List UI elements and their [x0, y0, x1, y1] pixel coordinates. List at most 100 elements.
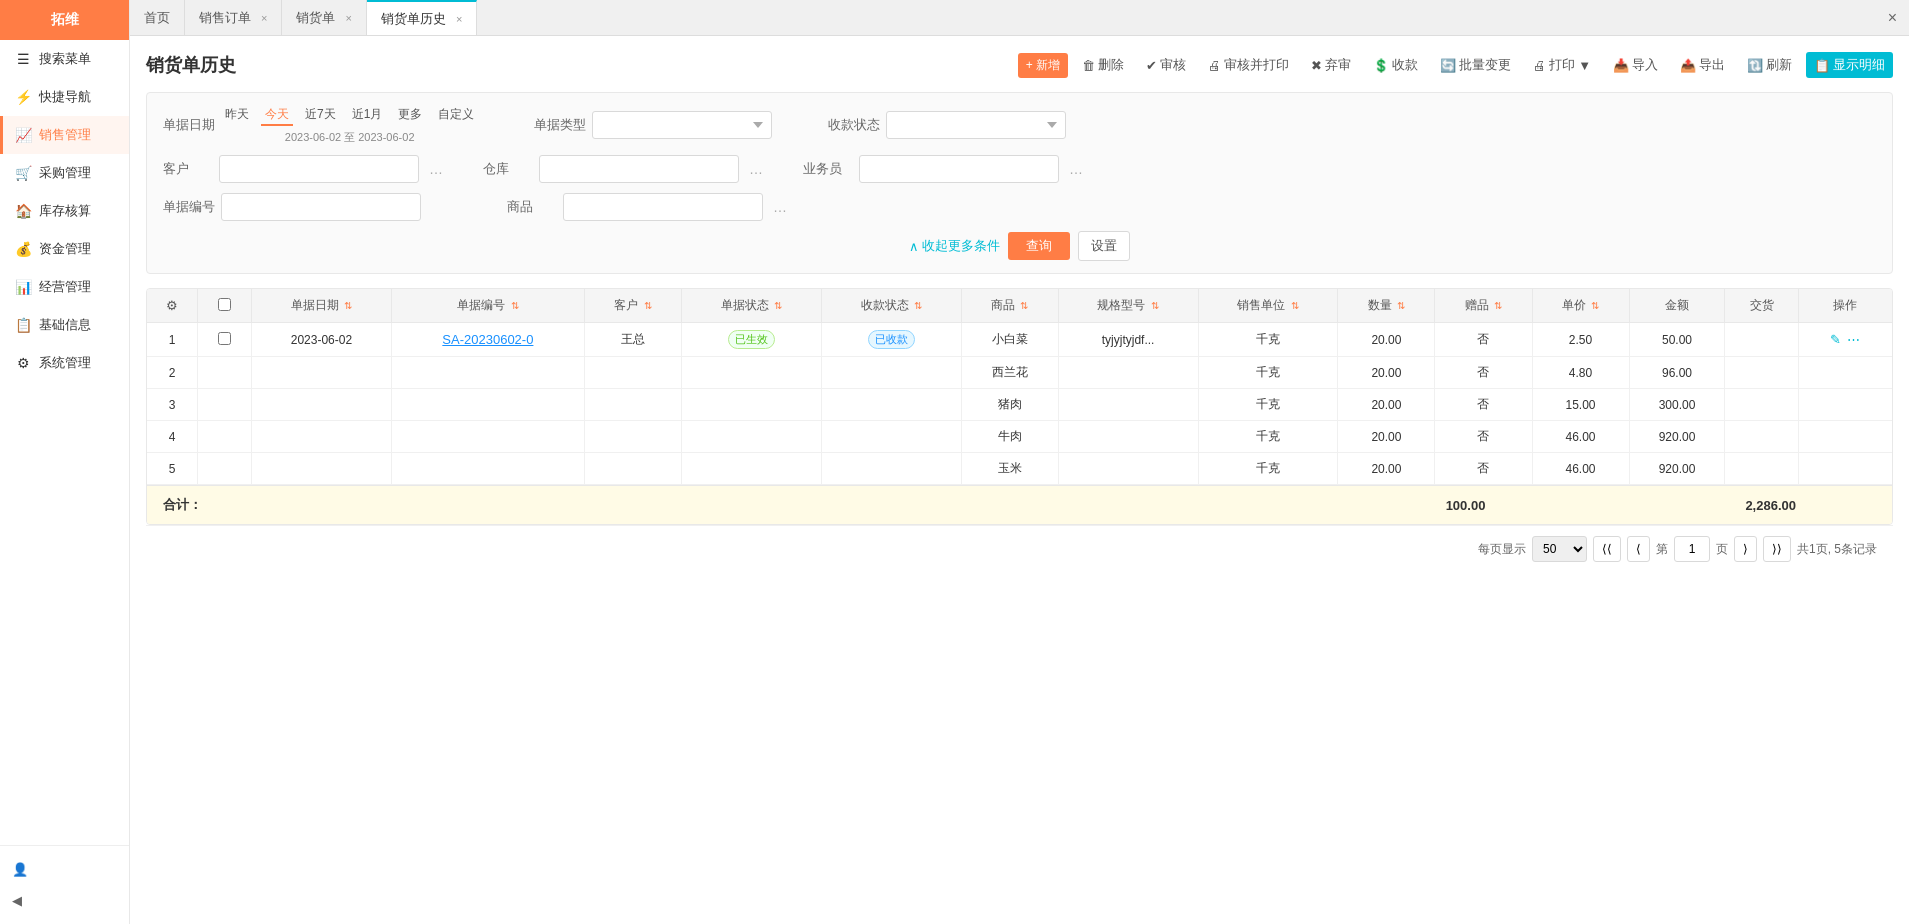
purchase-mgmt-icon: 🛒 [15, 165, 31, 181]
tab-sales-delivery[interactable]: 销货单 × [282, 0, 366, 35]
col-spec[interactable]: 规格型号 ⇅ [1058, 289, 1198, 323]
collect-button[interactable]: 💲 收款 [1365, 52, 1426, 78]
page-current-input[interactable] [1674, 536, 1710, 562]
sidebar-collapse[interactable]: ◀ [0, 885, 129, 916]
cell-spec [1058, 357, 1198, 389]
col-qty[interactable]: 数量 ⇅ [1338, 289, 1435, 323]
page-prev-btn[interactable]: ⟨ [1627, 536, 1650, 562]
show-detail-button[interactable]: 📋 显示明细 [1806, 52, 1893, 78]
tab-sales-delivery-history-close[interactable]: × [456, 13, 462, 25]
col-unit[interactable]: 销售单位 ⇅ [1198, 289, 1338, 323]
col-checkbox [198, 289, 252, 323]
col-payment-status[interactable]: 收款状态 ⇅ [821, 289, 961, 323]
settings-button[interactable]: 设置 [1078, 231, 1130, 261]
sidebar-item-search-menu[interactable]: ☰ 搜索菜单 [0, 40, 129, 78]
collapse-filter-btn[interactable]: ∧ 收起更多条件 [909, 233, 1000, 259]
refresh-button[interactable]: 🔃 刷新 [1739, 52, 1800, 78]
sidebar-item-purchase-mgmt[interactable]: 🛒 采购管理 [0, 154, 129, 192]
col-unit-price[interactable]: 单价 ⇅ [1532, 289, 1629, 323]
sidebar-user-settings[interactable]: 👤 [0, 854, 129, 885]
filter-doc-type-select[interactable] [592, 111, 772, 139]
cell-unit-price: 46.00 [1532, 421, 1629, 453]
sort-gift-icon: ⇅ [1494, 300, 1502, 311]
tab-sales-delivery-close[interactable]: × [345, 12, 351, 24]
show-detail-icon: 📋 [1814, 58, 1830, 73]
cell-no: 5 [147, 453, 198, 485]
tab-bar: 首页 销售订单 × 销货单 × 销货单历史 × × [130, 0, 1909, 36]
filter-payment-status-label: 收款状态 [828, 116, 880, 134]
sidebar-item-system-mgmt[interactable]: ⚙ 系统管理 [0, 344, 129, 382]
cell-payment-status [821, 421, 961, 453]
sidebar-item-quick-nav[interactable]: ⚡ 快捷导航 [0, 78, 129, 116]
col-gift[interactable]: 赠品 ⇅ [1435, 289, 1532, 323]
filter-warehouse: 仓库 … [483, 155, 767, 183]
delete-op-icon[interactable]: ⋯ [1847, 332, 1860, 347]
cell-doc-no-link[interactable]: SA-20230602-0 [442, 332, 533, 347]
filter-goods-input[interactable] [563, 193, 763, 221]
date-tab-more[interactable]: 更多 [394, 105, 426, 126]
sidebar-item-inventory-calc[interactable]: 🏠 库存核算 [0, 192, 129, 230]
date-tab-1month[interactable]: 近1月 [348, 105, 387, 126]
filter-warehouse-ellipsis[interactable]: … [745, 161, 767, 177]
sidebar-item-finance-mgmt[interactable]: 💰 资金管理 [0, 230, 129, 268]
audit-print-button[interactable]: 🖨 审核并打印 [1200, 52, 1297, 78]
search-menu-icon: ☰ [15, 51, 31, 67]
cell-spec: tyjyjtyjdf... [1058, 323, 1198, 357]
audit-button[interactable]: ✔ 审核 [1138, 52, 1194, 78]
date-tab-yesterday[interactable]: 昨天 [221, 105, 253, 126]
filter-customer-input[interactable] [219, 155, 419, 183]
tab-sales-delivery-label: 销货单 [296, 9, 335, 27]
add-button[interactable]: + 新增 [1018, 53, 1068, 78]
sidebar-item-operations-mgmt[interactable]: 📊 经营管理 [0, 268, 129, 306]
filter-goods-label: 商品 [507, 198, 557, 216]
cell-unit: 千克 [1198, 389, 1338, 421]
filter-salesperson-input[interactable] [859, 155, 1059, 183]
table-row: 12023-06-02SA-20230602-0王总已生效已收款小白菜tyjyj… [147, 323, 1892, 357]
filter-salesperson-ellipsis[interactable]: … [1065, 161, 1087, 177]
date-tab-custom[interactable]: 自定义 [434, 105, 478, 126]
col-goods[interactable]: 商品 ⇅ [961, 289, 1058, 323]
col-doc-no[interactable]: 单据编号 ⇅ [391, 289, 584, 323]
sidebar-item-sales-mgmt[interactable]: 📈 销售管理 [0, 116, 129, 154]
tab-bar-close-all[interactable]: × [1876, 9, 1909, 27]
content-area: 销货单历史 + 新增 🗑 删除 ✔ 审核 🖨 审核并打印 ✖ 弃审 [130, 36, 1909, 924]
tab-sales-delivery-history[interactable]: 销货单历史 × [367, 0, 477, 35]
date-tab-today[interactable]: 今天 [261, 105, 293, 126]
row-checkbox[interactable] [218, 332, 231, 345]
data-table-wrapper: ⚙ 单据日期 ⇅ 单据编号 ⇅ 客户 ⇅ 单据状态 ⇅ 收款状态 ⇅ 商品 ⇅ … [146, 288, 1893, 525]
filter-doc-no: 单据编号 [163, 193, 421, 221]
col-customer[interactable]: 客户 ⇅ [584, 289, 681, 323]
tab-sales-order-close[interactable]: × [261, 12, 267, 24]
col-doc-status[interactable]: 单据状态 ⇅ [681, 289, 821, 323]
import-icon: 📥 [1613, 58, 1629, 73]
export-button[interactable]: 📤 导出 [1672, 52, 1733, 78]
batch-change-button[interactable]: 🔄 批量变更 [1432, 52, 1519, 78]
collapse-up-icon: ∧ [909, 239, 919, 254]
filter-warehouse-input[interactable] [539, 155, 739, 183]
tab-home[interactable]: 首页 [130, 0, 185, 35]
cell-doc-no [391, 389, 584, 421]
page-first-btn[interactable]: ⟨⟨ [1593, 536, 1621, 562]
tab-sales-order[interactable]: 销售订单 × [185, 0, 282, 35]
delete-button[interactable]: 🗑 删除 [1074, 52, 1132, 78]
edit-op-icon[interactable]: ✎ [1830, 332, 1841, 347]
sidebar-item-basic-info[interactable]: 📋 基础信息 [0, 306, 129, 344]
page-next-btn[interactable]: ⟩ [1734, 536, 1757, 562]
filter-doc-no-input[interactable] [221, 193, 421, 221]
filter-customer-ellipsis[interactable]: … [425, 161, 447, 177]
select-all-checkbox[interactable] [218, 298, 231, 311]
sidebar-item-label: 采购管理 [39, 164, 91, 182]
query-button[interactable]: 查询 [1008, 232, 1070, 260]
print-button[interactable]: 🖨 打印 ▼ [1525, 52, 1599, 78]
import-button[interactable]: 📥 导入 [1605, 52, 1666, 78]
table-settings-icon[interactable]: ⚙ [166, 298, 178, 313]
col-settings[interactable]: ⚙ [147, 289, 198, 323]
abandon-button[interactable]: ✖ 弃审 [1303, 52, 1359, 78]
filter-payment-status-select[interactable] [886, 111, 1066, 139]
page-last-btn[interactable]: ⟩⟩ [1763, 536, 1791, 562]
date-tab-7days[interactable]: 近7天 [301, 105, 340, 126]
page-size-select[interactable]: 50 100 200 [1532, 536, 1587, 562]
col-date[interactable]: 单据日期 ⇅ [251, 289, 391, 323]
cell-payment-status [821, 357, 961, 389]
filter-goods-ellipsis[interactable]: … [769, 199, 791, 215]
